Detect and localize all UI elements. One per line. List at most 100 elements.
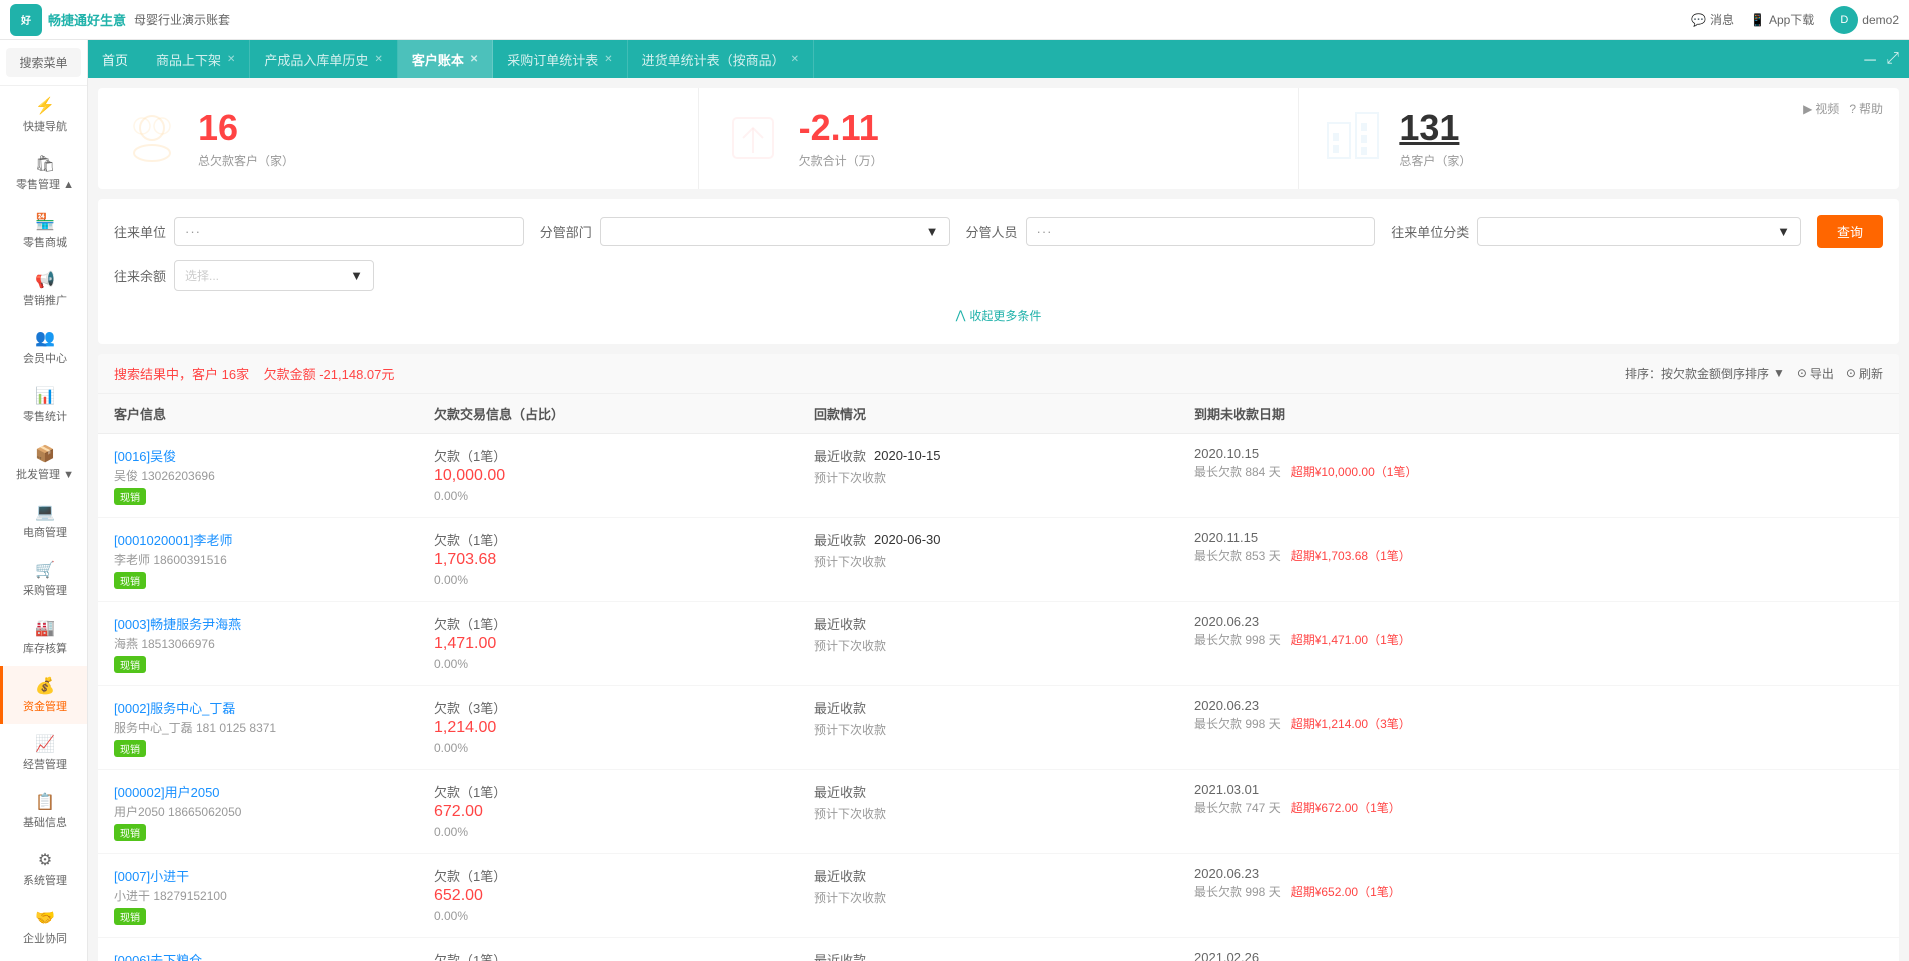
video-help-btn[interactable]: ▶ 视频 (1803, 100, 1839, 117)
overdue-link-4[interactable]: 超期¥672.00（1笔） (1291, 801, 1401, 815)
tab-minimize-btn[interactable]: － (1862, 47, 1878, 71)
search-menu-btn[interactable]: 搜索菜单 (6, 48, 81, 77)
debt-info-2: 欠款（1笔） 1,471.00 0.00% (434, 614, 814, 671)
sidebar-item-newbie[interactable]: 🎯 新手引导 (0, 956, 87, 961)
sidebar-item-ecommerce[interactable]: 💻 电商管理 (0, 492, 87, 550)
sort-dropdown[interactable]: 排序：按欠款金额倒序排序 ▼ (1625, 365, 1785, 382)
customer-tag-4: 现销 (114, 824, 146, 841)
customer-name-2[interactable]: [0003]畅捷服务尹海燕 (114, 617, 241, 632)
sidebar-item-finance[interactable]: 💰 资金管理 (0, 666, 87, 724)
sidebar-item-retail-stats[interactable]: 📊 零售统计 (0, 376, 87, 434)
export-btn[interactable]: ⊙ 导出 (1797, 365, 1834, 382)
customer-name-0[interactable]: [0016]吴俊 (114, 449, 176, 464)
balance-input[interactable]: 选择... ▼ (174, 260, 374, 291)
unit-category-input[interactable]: ▼ (1477, 217, 1801, 246)
total-customer-count: 131 (1399, 108, 1471, 148)
sidebar-item-purchase[interactable]: 🛒 采购管理 (0, 550, 87, 608)
tab-close-product-history[interactable]: ✕ (374, 54, 382, 65)
sidebar-item-marketing[interactable]: 📢 营销推广 (0, 260, 87, 318)
customer-name-1[interactable]: [0001020001]李老师 (114, 533, 233, 548)
unit-category-label: 往来单位分类 (1391, 222, 1469, 241)
customer-name-4[interactable]: [000002]用户2050 (114, 785, 220, 800)
main-content: 16 总欠款客户（家） (88, 78, 1909, 961)
tab-product-shelf[interactable]: 商品上下架 ✕ (142, 40, 250, 78)
enterprise-icon: 🤝 (9, 908, 81, 928)
debt-info-1: 欠款（1笔） 1,703.68 0.00% (434, 530, 814, 587)
source-unit-input[interactable]: ··· (174, 217, 524, 246)
overdue-link-0[interactable]: 超期¥10,000.00（1笔） (1291, 465, 1418, 479)
tab-home[interactable]: 首页 (88, 50, 142, 69)
customer-name-6[interactable]: [0006]去下粮仓 (114, 953, 202, 961)
user-menu[interactable]: D demo2 (1830, 6, 1899, 34)
tab-product-history[interactable]: 产成品入库单历史 ✕ (250, 40, 397, 78)
stat-card-actions: ▶ 视频 ? 帮助 (1803, 100, 1883, 117)
manager-input[interactable]: ··· (1026, 217, 1376, 246)
recovery-info-0: 最近收款 2020-10-15 预计下次收款 (814, 446, 1194, 486)
debt-count-4: 欠款（1笔） (434, 782, 814, 801)
overdue-link-1[interactable]: 超期¥1,703.68（1笔） (1291, 549, 1411, 563)
table-row: [0016]吴俊 吴俊 13026203696 现销 欠款（1笔） 10,000… (98, 434, 1899, 518)
customer-name-3[interactable]: [0002]服务中心_丁磊 (114, 701, 235, 716)
overdue-link-2[interactable]: 超期¥1,471.00（1笔） (1291, 633, 1411, 647)
customer-phone-0: 吴俊 13026203696 (114, 467, 434, 484)
debt-amount-4[interactable]: 672.00 (434, 803, 814, 821)
balance-dropdown-icon: ▼ (350, 268, 363, 283)
message-icon: 💬 (1691, 13, 1706, 27)
debt-customer-count: 16 (198, 108, 294, 148)
tab-customer-account[interactable]: 客户账本 ✕ (398, 40, 493, 78)
tab-close-purchase-stats[interactable]: ✕ (791, 54, 799, 65)
col-header-debt: 欠款交易信息（占比） (434, 404, 814, 423)
sidebar-item-warehouse[interactable]: 🏭 库存核算 (0, 608, 87, 666)
tab-close-purchase-order[interactable]: ✕ (604, 54, 612, 65)
debt-amount-2[interactable]: 1,471.00 (434, 635, 814, 653)
overdue-link-3[interactable]: 超期¥1,214.00（3笔） (1291, 717, 1411, 731)
sidebar-item-basics[interactable]: 📋 基础信息 (0, 782, 87, 840)
top-bar: 好 畅捷通好生意 母婴行业演示账套 💬 消息 📱 App下载 D demo2 (0, 0, 1909, 40)
message-btn[interactable]: 💬 消息 (1691, 11, 1734, 28)
results-summary: 搜索结果中，客户 16家 欠款金额 -21,148.07元 (114, 364, 394, 383)
recovery-info-5: 最近收款 预计下次收款 (814, 866, 1194, 906)
recovery-info-4: 最近收款 预计下次收款 (814, 782, 1194, 822)
debt-total-amount: -2.11 (799, 108, 883, 148)
overdue-info-3: 2020.06.23 最长欠款 998 天 超期¥1,214.00（3笔） (1194, 698, 1883, 732)
search-btn[interactable]: 查询 (1817, 215, 1883, 248)
tab-close-customer-account[interactable]: ✕ (470, 54, 478, 65)
table-row: [0002]服务中心_丁磊 服务中心_丁磊 181 0125 8371 现销 欠… (98, 686, 1899, 770)
collapse-btn[interactable]: ⋀ 收起更多条件 (952, 303, 1046, 328)
sidebar-item-operations[interactable]: 📈 经营管理 (0, 724, 87, 782)
download-icon: 📱 (1750, 13, 1765, 27)
tab-maximize-btn[interactable]: ⤢ (1886, 50, 1899, 68)
sidebar-search-area: 搜索菜单 (0, 40, 87, 86)
sidebar-item-enterprise[interactable]: 🤝 企业协同 (0, 898, 87, 956)
sidebar-item-member[interactable]: 👥 会员中心 (0, 318, 87, 376)
debt-amount-1[interactable]: 1,703.68 (434, 551, 814, 569)
sidebar-item-system[interactable]: ⚙ 系统管理 (0, 840, 87, 898)
customer-tag-0: 现销 (114, 488, 146, 505)
tab-close-product-shelf[interactable]: ✕ (227, 54, 235, 65)
customer-tag-5: 现销 (114, 908, 146, 925)
debt-ratio-2: 0.00% (434, 657, 814, 671)
sidebar-item-retail-mgmt[interactable]: 🛍 零售管理 ▲ (0, 144, 87, 202)
customer-name-5[interactable]: [0007]小进干 (114, 869, 189, 884)
avatar: D (1830, 6, 1858, 34)
refresh-btn[interactable]: ⊙ 刷新 (1846, 365, 1883, 382)
stat-text-1: 16 总欠款客户（家） (198, 108, 294, 169)
tab-purchase-order[interactable]: 采购订单统计表 ✕ (493, 40, 627, 78)
overdue-link-5[interactable]: 超期¥652.00（1笔） (1291, 885, 1401, 899)
debt-amount-0[interactable]: 10,000.00 (434, 467, 814, 485)
help-btn[interactable]: ? 帮助 (1849, 100, 1883, 117)
debt-amount-3[interactable]: 1,214.00 (434, 719, 814, 737)
dept-input[interactable]: ▼ (600, 217, 950, 246)
customer-info-1: [0001020001]李老师 李老师 18600391516 现销 (114, 530, 434, 589)
stat-card-total-customers: 131 总客户（家） ▶ 视频 ? 帮助 (1299, 88, 1899, 189)
debt-ratio-5: 0.00% (434, 909, 814, 923)
app-download-btn[interactable]: 📱 App下载 (1750, 11, 1814, 28)
tab-purchase-stats[interactable]: 进货单统计表（按商品） ✕ (628, 40, 814, 78)
sidebar-item-quick-nav[interactable]: ⚡ 快捷导航 (0, 86, 87, 144)
sidebar-item-batch-mgmt[interactable]: 📦 批发管理 ▼ (0, 434, 87, 492)
operations-icon: 📈 (9, 734, 81, 754)
stat-card-debt-amount: -2.11 欠款合计（万） (699, 88, 1300, 189)
tab-bar: 首页 商品上下架 ✕ 产成品入库单历史 ✕ 客户账本 ✕ 采购订单统计表 ✕ (88, 40, 1909, 78)
debt-amount-5[interactable]: 652.00 (434, 887, 814, 905)
sidebar-item-retail-mall[interactable]: 🏪 零售商城 (0, 202, 87, 260)
